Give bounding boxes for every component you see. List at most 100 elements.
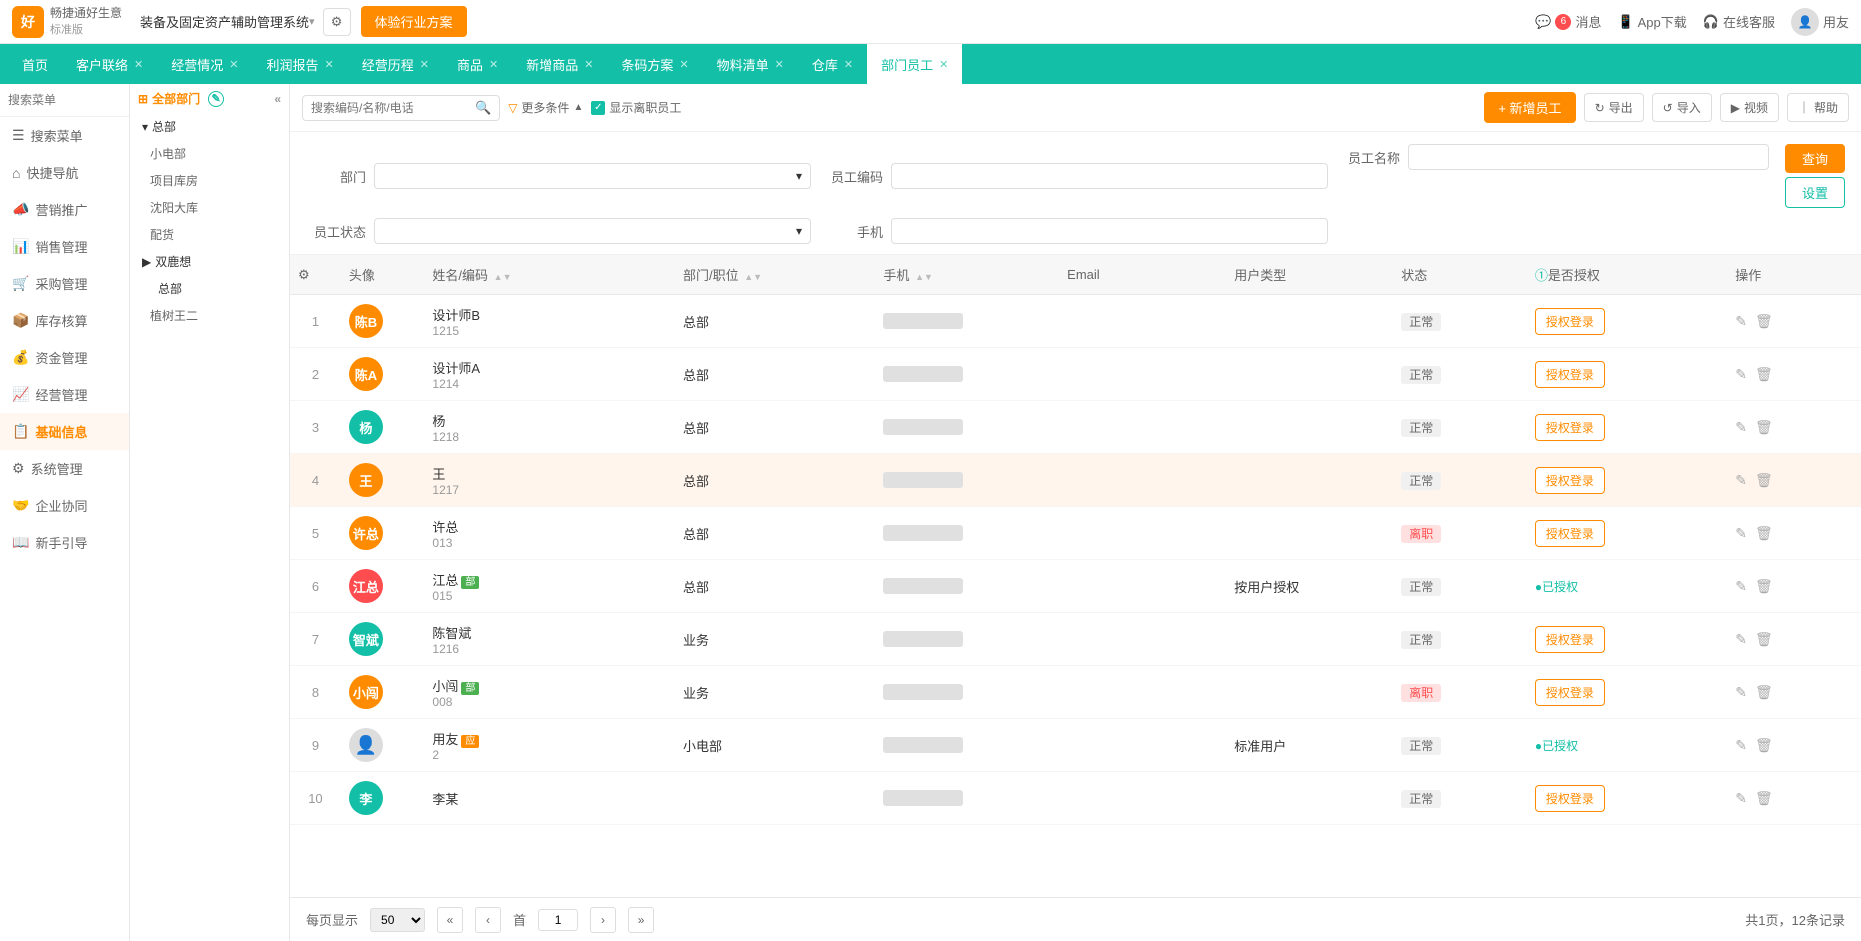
- sidebar-item-guide[interactable]: 📖 新手引导: [0, 524, 129, 561]
- close-icon[interactable]: ✕: [775, 58, 784, 71]
- phone-input[interactable]: [891, 218, 1328, 244]
- search-input[interactable]: [311, 101, 471, 115]
- dept-filter-select[interactable]: ▾: [374, 163, 811, 189]
- add-employee-button[interactable]: + 新增员工: [1484, 92, 1575, 123]
- app-download-btn[interactable]: 📱 App下载: [1617, 12, 1686, 31]
- sidebar-item-business[interactable]: 📈 经营管理: [0, 376, 129, 413]
- page-input[interactable]: [538, 909, 578, 931]
- edit-icon[interactable]: ✎: [1735, 472, 1747, 489]
- nav-item-warehouse[interactable]: 仓库 ✕: [798, 44, 867, 84]
- auth-login-btn[interactable]: 授权登录: [1535, 520, 1605, 547]
- dept-item-project-storage[interactable]: 项目库房: [130, 167, 289, 194]
- close-icon[interactable]: ✕: [679, 58, 688, 71]
- sidebar-item-inventory[interactable]: 📦 库存核算: [0, 302, 129, 339]
- dept-item-shenyang[interactable]: 沈阳大库: [130, 194, 289, 221]
- nav-item-dept-staff[interactable]: 部门员工 ✕: [867, 44, 962, 84]
- sidebar-item-sales[interactable]: 📊 销售管理: [0, 228, 129, 265]
- nav-item-history[interactable]: 经营历程 ✕: [348, 44, 443, 84]
- delete-icon[interactable]: 🗑: [1755, 631, 1773, 648]
- dept-tree-header[interactable]: ⊞ 全部部门 ✎ «: [130, 84, 289, 113]
- col-name[interactable]: 姓名/编码 ▲▼: [424, 255, 675, 295]
- nav-item-customer[interactable]: 客户联络 ✕: [62, 44, 157, 84]
- nav-item-barcode[interactable]: 条码方案 ✕: [607, 44, 702, 84]
- dept-sort-icon[interactable]: ▲▼: [744, 273, 762, 282]
- nav-item-operation[interactable]: 经营情况 ✕: [157, 44, 252, 84]
- sidebar-item-finance[interactable]: 💰 资金管理: [0, 339, 129, 376]
- dept-item-xiao-dian[interactable]: 小电部: [130, 140, 289, 167]
- message-btn[interactable]: 💬 6 消息: [1535, 12, 1601, 31]
- edit-icon[interactable]: ✎: [1735, 525, 1747, 542]
- close-icon[interactable]: ✕: [420, 58, 429, 71]
- edit-icon[interactable]: ✎: [1735, 790, 1747, 807]
- edit-icon[interactable]: ✎: [1735, 419, 1747, 436]
- page-size-select[interactable]: 50 20 100: [370, 908, 425, 932]
- dept-group-head[interactable]: 总部: [130, 275, 289, 302]
- import-button[interactable]: ↺ 导入: [1652, 93, 1712, 122]
- set-button[interactable]: 设置: [1785, 177, 1845, 208]
- dept-item-peihuo[interactable]: 配货: [130, 221, 289, 248]
- export-button[interactable]: ↻ 导出: [1584, 93, 1644, 122]
- auth-login-btn[interactable]: 授权登录: [1535, 626, 1605, 653]
- next-page-btn[interactable]: ›: [590, 907, 616, 933]
- close-icon[interactable]: ✕: [134, 58, 143, 71]
- edit-icon[interactable]: ✎: [1735, 737, 1747, 754]
- auth-login-btn[interactable]: 授权登录: [1535, 467, 1605, 494]
- phone-sort-icon[interactable]: ▲▼: [915, 273, 933, 282]
- nav-item-goods[interactable]: 商品 ✕: [443, 44, 512, 84]
- sidebar-item-system[interactable]: ⚙ 系统管理: [0, 450, 129, 487]
- close-icon[interactable]: ✕: [489, 58, 498, 71]
- edit-icon[interactable]: ✎: [1735, 631, 1747, 648]
- nav-item-new-goods[interactable]: 新增商品 ✕: [512, 44, 607, 84]
- auth-login-btn[interactable]: 授权登录: [1535, 785, 1605, 812]
- delete-icon[interactable]: 🗑: [1755, 578, 1773, 595]
- dept-collapse-icon[interactable]: «: [274, 92, 281, 106]
- col-phone[interactable]: 手机 ▲▼: [875, 255, 1059, 295]
- edit-icon[interactable]: ✎: [1735, 313, 1747, 330]
- auth-info-icon[interactable]: ①: [1535, 268, 1548, 283]
- edit-icon[interactable]: ✎: [1735, 366, 1747, 383]
- dept-group-shuanglu[interactable]: ▶ 双鹿想: [130, 248, 289, 275]
- last-page-btn[interactable]: »: [628, 907, 654, 933]
- prev-page-btn[interactable]: ‹: [475, 907, 501, 933]
- delete-icon[interactable]: 🗑: [1755, 313, 1773, 330]
- close-icon[interactable]: ✕: [325, 58, 334, 71]
- delete-icon[interactable]: 🗑: [1755, 737, 1773, 754]
- user-area[interactable]: 👤 用友: [1791, 8, 1849, 36]
- sidebar-item-search[interactable]: ☰ 搜索菜单: [0, 117, 129, 154]
- edit-icon[interactable]: ✎: [1735, 684, 1747, 701]
- nav-item-profit[interactable]: 利润报告 ✕: [252, 44, 347, 84]
- auth-login-btn[interactable]: 授权登录: [1535, 679, 1605, 706]
- auth-login-btn[interactable]: 授权登录: [1535, 414, 1605, 441]
- emp-name-input[interactable]: [1408, 144, 1769, 170]
- online-service-btn[interactable]: 🎧 在线客服: [1703, 12, 1775, 31]
- sidebar-search-input[interactable]: [8, 93, 130, 107]
- delete-icon[interactable]: 🗑: [1755, 525, 1773, 542]
- sidebar-item-marketing[interactable]: 📣 营销推广: [0, 191, 129, 228]
- delete-icon[interactable]: 🗑: [1755, 684, 1773, 701]
- auth-login-btn[interactable]: 授权登录: [1535, 308, 1605, 335]
- dept-edit-icon[interactable]: ✎: [208, 91, 224, 107]
- sidebar-item-quicknav[interactable]: ⌂ 快捷导航: [0, 154, 129, 191]
- auth-login-btn[interactable]: 授权登录: [1535, 361, 1605, 388]
- show-disabled-checkbox[interactable]: ✓ 显示离职员工: [591, 99, 681, 116]
- emp-code-input[interactable]: [891, 163, 1328, 189]
- view-button[interactable]: ▶ 视频: [1720, 93, 1779, 122]
- name-sort-icon[interactable]: ▲▼: [494, 273, 512, 282]
- close-icon[interactable]: ✕: [939, 58, 948, 71]
- search-button[interactable]: 查询: [1785, 144, 1845, 173]
- emp-status-select[interactable]: ▾: [374, 218, 811, 244]
- gear-button[interactable]: ⚙: [323, 8, 351, 36]
- delete-icon[interactable]: 🗑: [1755, 419, 1773, 436]
- nav-item-home[interactable]: 首页: [8, 44, 62, 84]
- close-icon[interactable]: ✕: [584, 58, 593, 71]
- more-filter-btn[interactable]: ▽ 更多条件 ▲: [508, 99, 583, 116]
- close-icon[interactable]: ✕: [229, 58, 238, 71]
- delete-icon[interactable]: 🗑: [1755, 366, 1773, 383]
- col-dept[interactable]: 部门/职位 ▲▼: [675, 255, 875, 295]
- dept-item-plant-tree[interactable]: 植树王二: [130, 302, 289, 329]
- nav-item-bom[interactable]: 物料清单 ✕: [703, 44, 798, 84]
- delete-icon[interactable]: 🗑: [1755, 790, 1773, 807]
- system-dropdown-arrow[interactable]: ▾: [309, 15, 315, 28]
- first-page-btn[interactable]: «: [437, 907, 463, 933]
- sidebar-item-basic-info[interactable]: 📋 基础信息: [0, 413, 129, 450]
